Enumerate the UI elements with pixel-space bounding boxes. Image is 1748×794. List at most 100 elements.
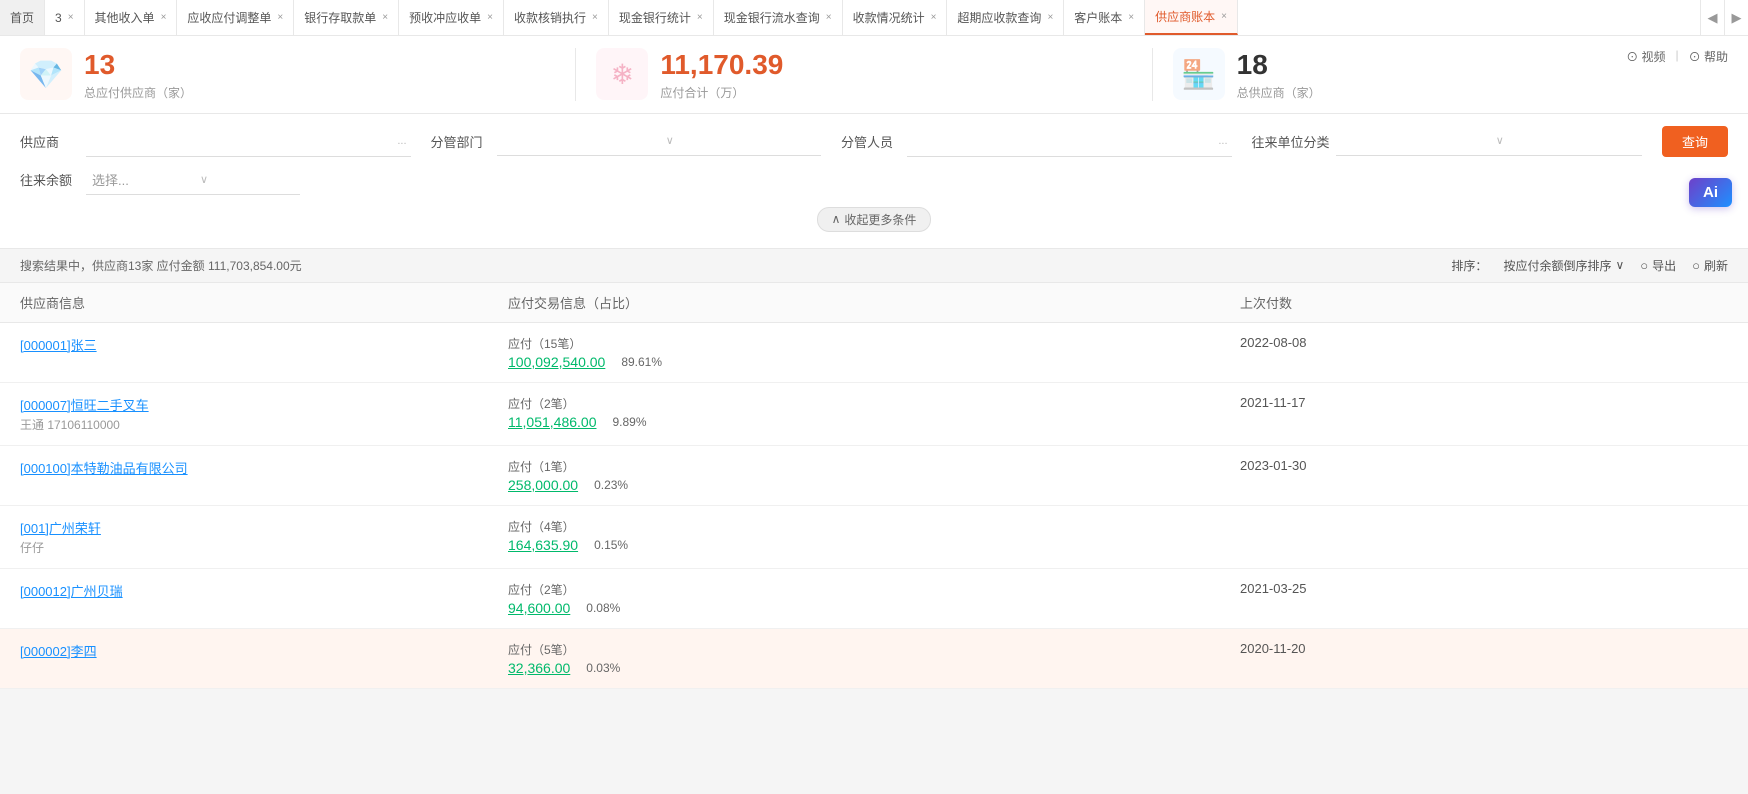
trade-amount-5[interactable]: 32,366.00 [508, 660, 570, 676]
category-arrow-icon: ∨ [1490, 134, 1642, 147]
trade-amount-2[interactable]: 258,000.00 [508, 477, 578, 493]
summary-content-2: 18总供应商（家） [1237, 48, 1321, 101]
tab-close-3[interactable]: × [277, 12, 283, 23]
tab-close-5[interactable]: × [487, 12, 493, 23]
supplier-name-1[interactable]: [000007]恒旺二手叉车 [20, 398, 149, 413]
top-navigation: 首页3×其他收入单×应收应付调整单×银行存取款单×预收冲应收单×收款核销执行×现… [0, 0, 1748, 36]
filter-area: 供应商 ... 分管部门 ∨ 分管人员 ... 往来单位分类 [0, 114, 1748, 249]
table-row: [000100]本特勒油品有限公司应付（1笔）258,000.000.23%20… [0, 446, 1748, 506]
trade-cell-3: 应付（4笔）164,635.900.15% [508, 518, 1240, 553]
result-bar: 搜索结果中，供应商13家 应付金额 111,703,854.00元 排序： 按应… [0, 249, 1748, 283]
trade-amount-4[interactable]: 94,600.00 [508, 600, 570, 616]
balance-select[interactable]: 选择... ∨ [86, 165, 300, 195]
tab-close-1[interactable]: × [68, 12, 74, 23]
supplier-name-4[interactable]: [000012]广州贝瑞 [20, 584, 123, 599]
sort-value: 按应付余额倒序排序 [1503, 257, 1611, 274]
tab-close-12[interactable]: × [1221, 11, 1227, 22]
export-button[interactable]: ○ 导出 [1640, 257, 1676, 274]
nav-tab-11[interactable]: 客户账本× [1064, 0, 1145, 35]
supplier-suffix-icon: ... [397, 135, 410, 147]
person-input[interactable] [907, 126, 1218, 156]
nav-tab-3[interactable]: 应收应付调整单× [177, 0, 294, 35]
tab-close-6[interactable]: × [592, 12, 598, 23]
tab-close-11[interactable]: × [1128, 12, 1134, 23]
tab-close-7[interactable]: × [697, 12, 703, 23]
balance-arrow-icon: ∨ [194, 173, 300, 186]
nav-tab-5[interactable]: 预收冲应收单× [399, 0, 504, 35]
supplier-input-wrap: ... [86, 126, 411, 157]
supplier-label: 供应商 [20, 132, 80, 151]
refresh-icon: ○ [1692, 258, 1700, 273]
last-pay-5: 2020-11-20 [1240, 641, 1728, 656]
nav-left-arrow[interactable]: ◀ [1700, 0, 1724, 35]
balance-select-value: 选择... [86, 170, 194, 189]
supplier-cell-3: [001]广州荣轩仔仔 [20, 518, 508, 556]
tab-close-10[interactable]: × [1047, 12, 1053, 23]
collapse-label: 收起更多条件 [844, 211, 916, 228]
dept-select[interactable]: ∨ [497, 126, 822, 156]
trade-amount-3[interactable]: 164,635.90 [508, 537, 578, 553]
nav-tab-6[interactable]: 收款核销执行× [504, 0, 609, 35]
supplier-name-2[interactable]: [000100]本特勒油品有限公司 [20, 461, 188, 476]
sort-label: 排序： [1451, 257, 1487, 274]
table-header: 供应商信息 应付交易信息（占比） 上次付数 [0, 283, 1748, 323]
export-icon: ○ [1640, 258, 1648, 273]
person-input-wrap: ... [907, 126, 1232, 157]
query-button[interactable]: 查询 [1662, 126, 1728, 157]
nav-tab-9[interactable]: 收款情况统计× [843, 0, 948, 35]
trade-label-4: 应付（2笔） [508, 581, 1240, 598]
tab-close-4[interactable]: × [382, 12, 388, 23]
person-suffix-icon: ... [1218, 135, 1231, 147]
supplier-name-5[interactable]: [000002]李四 [20, 644, 97, 659]
trade-row-1: 11,051,486.00 9.89% [508, 414, 1240, 430]
trade-row-3: 164,635.90 0.15% [508, 537, 1240, 553]
tab-close-9[interactable]: × [931, 12, 937, 23]
refresh-label: 刷新 [1704, 257, 1728, 274]
nav-tab-1[interactable]: 3× [45, 0, 85, 35]
supplier-input[interactable] [86, 126, 397, 156]
last-pay-1: 2021-11-17 [1240, 395, 1728, 410]
table-row: [000007]恒旺二手叉车王通 17106110000应付（2笔）11,051… [0, 383, 1748, 446]
nav-tab-12[interactable]: 供应商账本× [1145, 0, 1238, 35]
summary-icon-2: 🏪 [1173, 48, 1225, 100]
video-link[interactable]: ⊙ 视频 [1626, 48, 1665, 65]
supplier-name-3[interactable]: [001]广州荣轩 [20, 521, 101, 536]
nav-tab-10[interactable]: 超期应收款查询× [947, 0, 1064, 35]
nav-tab-8[interactable]: 现金银行流水查询× [714, 0, 843, 35]
summary-label-0: 总应付供应商（家） [84, 84, 192, 101]
trade-percent-2: 0.23% [594, 478, 628, 492]
trade-amount-0[interactable]: 100,092,540.00 [508, 354, 605, 370]
tab-close-2[interactable]: × [161, 12, 167, 23]
nav-tab-4[interactable]: 银行存取款单× [294, 0, 399, 35]
dept-label: 分管部门 [431, 132, 491, 151]
refresh-button[interactable]: ○ 刷新 [1692, 257, 1728, 274]
collapse-btn-wrap: ∧ 收起更多条件 [20, 203, 1728, 240]
sort-arrow-icon: ∨ [1615, 258, 1624, 272]
table-body: [000001]张三应付（15笔）100,092,540.0089.61%202… [0, 323, 1748, 689]
trade-percent-3: 0.15% [594, 538, 628, 552]
col-header-supplier: 供应商信息 [20, 293, 508, 312]
result-info: 搜索结果中，供应商13家 应付金额 111,703,854.00元 [20, 257, 302, 274]
trade-row-5: 32,366.000.03% [508, 660, 1240, 676]
nav-right-arrow[interactable]: ▶ [1724, 0, 1748, 35]
sort-select[interactable]: 按应付余额倒序排序 ∨ [1503, 257, 1624, 274]
tab-close-8[interactable]: × [826, 12, 832, 23]
supplier-cell-0: [000001]张三 [20, 335, 508, 354]
help-link[interactable]: ⊙ 帮助 [1689, 48, 1728, 65]
nav-tab-0[interactable]: 首页 [0, 0, 45, 35]
ai-button[interactable]: Ai [1689, 178, 1732, 207]
balance-label: 往来余额 [20, 170, 80, 189]
category-select[interactable]: ∨ [1336, 126, 1642, 156]
summary-number-2: 18 [1237, 48, 1321, 82]
trade-percent-0: 89.61% [621, 355, 662, 369]
nav-tab-2[interactable]: 其他收入单× [85, 0, 178, 35]
trade-percent-1: 9.89% [613, 415, 647, 429]
trade-row-2: 258,000.00 0.23% [508, 477, 1240, 493]
supplier-cell-5: [000002]李四 [20, 641, 508, 660]
summary-label-1: 应付合计（万） [660, 84, 783, 101]
nav-tab-7[interactable]: 现金银行统计× [609, 0, 714, 35]
trade-amount-1[interactable]: 11,051,486.00 [508, 414, 597, 430]
collapse-button[interactable]: ∧ 收起更多条件 [817, 207, 932, 232]
supplier-name-0[interactable]: [000001]张三 [20, 338, 97, 353]
summary-content-1: 11,170.39应付合计（万） [660, 48, 783, 101]
